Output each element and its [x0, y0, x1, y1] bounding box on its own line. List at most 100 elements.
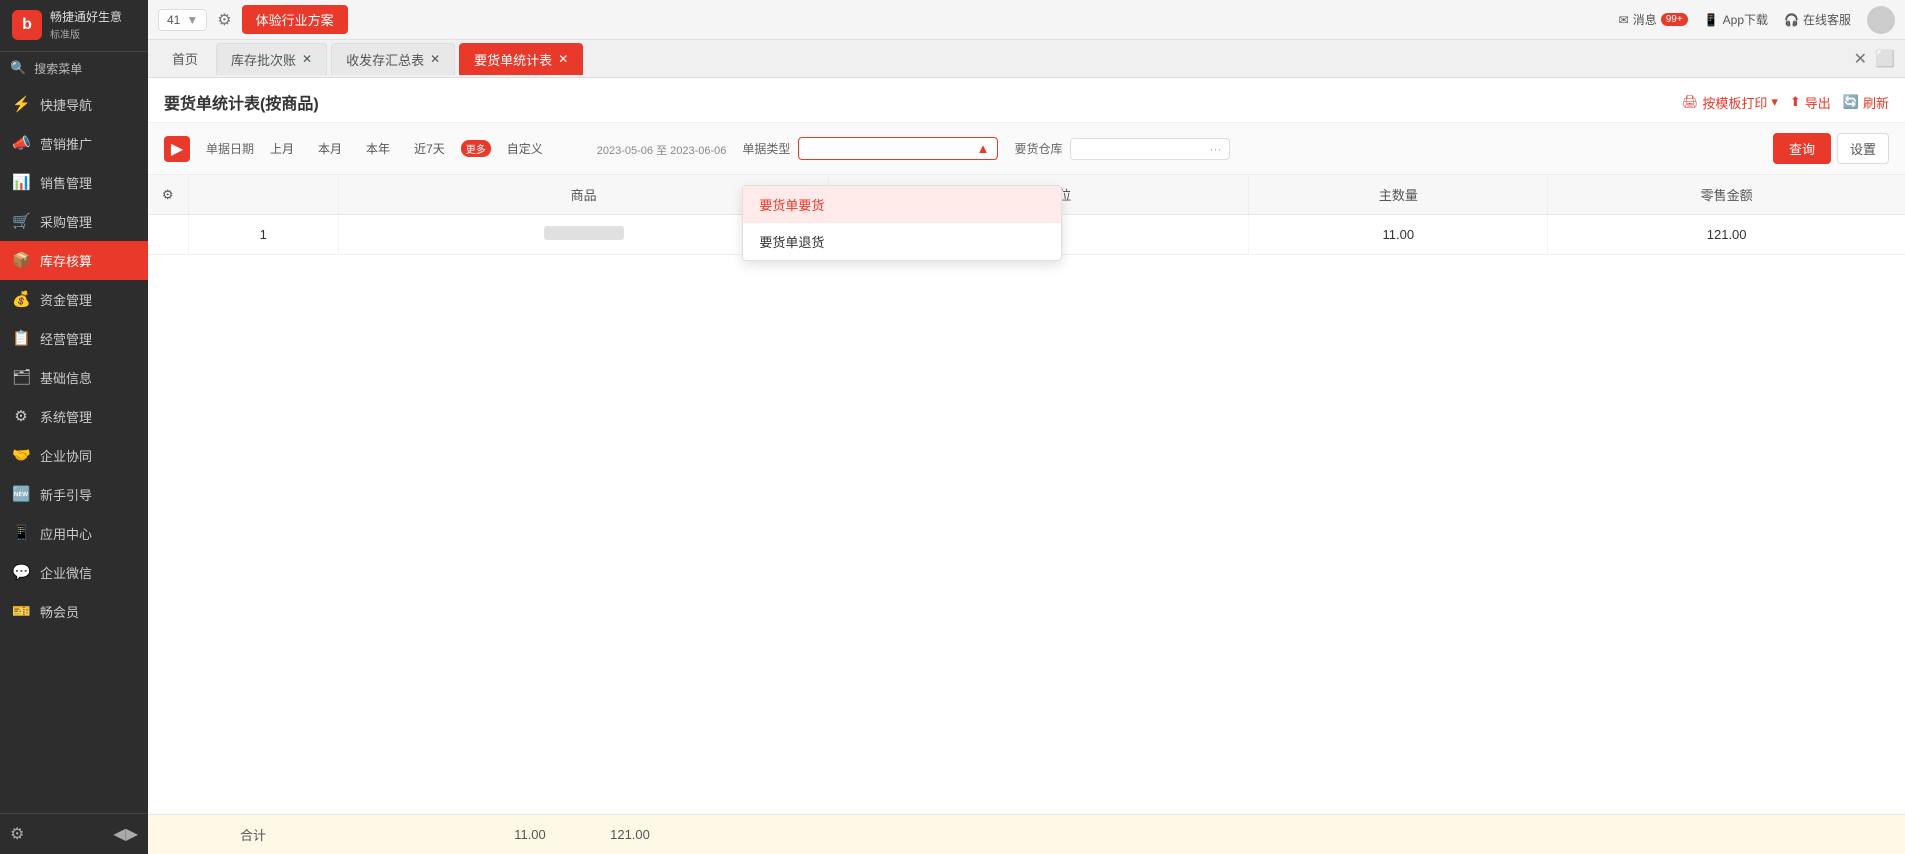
tab-order-stats[interactable]: 要货单统计表 ✕	[459, 43, 583, 75]
col-header-settings[interactable]: ⚙	[148, 175, 188, 215]
settings-button[interactable]: 设置	[1837, 133, 1889, 164]
sidebar-item-label: 畅会员	[40, 602, 79, 621]
sidebar-item-sales[interactable]: 📊 销售管理	[0, 163, 148, 202]
type-dropdown: 要货单要货 要货单退货	[742, 185, 1062, 261]
search-menu[interactable]: 🔍 搜索菜单	[0, 52, 148, 85]
tab-batch-account[interactable]: 库存批次账 ✕	[216, 43, 327, 75]
headset-icon: 🎧	[1784, 13, 1799, 27]
filter-actions: 查询 设置	[1773, 133, 1889, 164]
export-label: 导出	[1805, 93, 1831, 112]
top-header-left: 41 ▼ ⚙ 体验行业方案	[158, 5, 348, 34]
date-btn-custom[interactable]: 自定义	[499, 138, 551, 159]
type-select-box[interactable]: ▲	[798, 137, 998, 160]
print-action[interactable]: 🖨 按模板打印 ▾	[1682, 93, 1778, 112]
query-button[interactable]: 查询	[1773, 133, 1831, 164]
settings-bottom-icon[interactable]: ⚙	[10, 824, 24, 844]
purchase-icon: 🛒	[12, 212, 30, 230]
sidebar-item-label: 采购管理	[40, 212, 92, 231]
app-center-icon: 📱	[12, 524, 30, 542]
search-icon: 🔍	[10, 60, 26, 76]
operations-icon: 📋	[12, 329, 30, 347]
finance-icon: 💰	[12, 290, 30, 308]
warehouse-filter-group: 要货仓库 ···	[1014, 138, 1230, 160]
col-header-quantity: 主数量	[1249, 175, 1548, 215]
print-label: 按模板打印	[1702, 93, 1767, 112]
sidebar-item-app-center[interactable]: 📱 应用中心	[0, 514, 148, 553]
online-service-item[interactable]: 🎧 在线客服	[1784, 11, 1851, 28]
tab-close-icon[interactable]: ✕	[430, 52, 440, 66]
type-filter-label: 单据类型	[742, 140, 790, 157]
sidebar-item-finance[interactable]: 💰 资金管理	[0, 280, 148, 319]
date-btn-this-month[interactable]: 本月	[310, 138, 350, 159]
sales-icon: 📊	[12, 173, 30, 191]
sidebar-item-member[interactable]: 🎫 畅会员	[0, 592, 148, 631]
date-btn-this-year[interactable]: 本年	[358, 138, 398, 159]
message-icon: ✉	[1619, 13, 1629, 27]
dropdown-item-order-in[interactable]: 要货单要货	[743, 186, 1061, 223]
sidebar-item-enterprise[interactable]: 🤝 企业协同	[0, 436, 148, 475]
tab-close-icon[interactable]: ✕	[302, 52, 312, 66]
filter-bar: ▶ 单据日期 上月 本月 本年 近7天 更多 自定义 2023-05-06 至 …	[148, 123, 1905, 175]
sidebar-item-basic-info[interactable]: 🗂 基础信息	[0, 358, 148, 397]
close-window-icon[interactable]: ✕	[1854, 49, 1867, 69]
system-icon: ⚙	[12, 407, 30, 425]
data-table-wrapper: ⚙ 商品 主计量单位 主数量 零售金额 1	[148, 175, 1905, 814]
footer-total-quantity: 11.00	[480, 827, 580, 842]
date-btn-7days[interactable]: 近7天	[406, 138, 453, 159]
footer-total-label: 合计	[240, 825, 360, 844]
sidebar-item-label: 销售管理	[40, 173, 92, 192]
date-more-badge[interactable]: 更多	[461, 140, 491, 157]
expand-window-icon[interactable]: ⬜	[1875, 49, 1895, 69]
sidebar-item-label: 企业协同	[40, 446, 92, 465]
export-action[interactable]: ⬆ 导出	[1790, 93, 1831, 112]
page-title-bar: 要货单统计表(按商品) 🖨 按模板打印 ▾ ⬆ 导出 🔄 刷新	[148, 78, 1905, 123]
top-header-right: ✉ 消息 99+ 📱 App下载 🎧 在线客服	[1619, 6, 1895, 34]
type-select-value	[807, 141, 811, 156]
member-icon: 🎫	[12, 602, 30, 620]
warehouse-more-icon: ···	[1209, 142, 1221, 156]
sidebar-item-system[interactable]: ⚙ 系统管理	[0, 397, 148, 436]
store-name: 41	[167, 13, 180, 27]
col-header-amount: 零售金额	[1548, 175, 1905, 215]
sidebar-item-operations[interactable]: 📋 经营管理	[0, 319, 148, 358]
sidebar-item-label: 库存核算	[40, 251, 92, 270]
sidebar-item-guide[interactable]: 🆕 新手引导	[0, 475, 148, 514]
sidebar-item-marketing[interactable]: 📣 营销推广	[0, 124, 148, 163]
print-icon: 🖨	[1682, 94, 1699, 110]
sidebar-item-label: 经营管理	[40, 329, 92, 348]
row-quantity: 11.00	[1249, 215, 1548, 255]
quick-nav-icon: ⚡	[12, 95, 30, 113]
main-content: 要货单统计表(按商品) 🖨 按模板打印 ▾ ⬆ 导出 🔄 刷新 ▶	[148, 78, 1905, 854]
sidebar-item-purchase[interactable]: 🛒 采购管理	[0, 202, 148, 241]
tab-close-icon[interactable]: ✕	[558, 52, 568, 66]
user-avatar[interactable]	[1867, 6, 1895, 34]
sidebar: b 畅捷通好生意 标准版 🔍 搜索菜单 ⚡ 快捷导航 📣 营销推广 📊 销售管理…	[0, 0, 148, 854]
logo-area: b 畅捷通好生意 标准版	[0, 0, 148, 52]
refresh-icon: 🔄	[1843, 94, 1859, 110]
date-filter-group: 单据日期 上月 本月 本年 近7天 更多 自定义 2023-05-06 至 20…	[206, 138, 726, 159]
refresh-action[interactable]: 🔄 刷新	[1843, 93, 1889, 112]
trial-button[interactable]: 体验行业方案	[242, 5, 348, 34]
date-filter-label: 单据日期	[206, 140, 254, 157]
type-filter-group: 单据类型 ▲ 要货单要货 要货单退货	[742, 137, 998, 160]
sidebar-item-quick-nav[interactable]: ⚡ 快捷导航	[0, 85, 148, 124]
store-selector[interactable]: 41 ▼	[158, 9, 207, 31]
sidebar-item-label: 快捷导航	[40, 95, 92, 114]
warehouse-select-box[interactable]: ···	[1070, 138, 1230, 160]
guide-icon: 🆕	[12, 485, 30, 503]
message-item[interactable]: ✉ 消息 99+	[1619, 11, 1688, 28]
date-btn-last-month[interactable]: 上月	[262, 138, 302, 159]
tab-receive-summary[interactable]: 收发存汇总表 ✕	[331, 43, 455, 75]
date-range-display: 2023-05-06 至 2023-06-06	[597, 142, 727, 158]
collapse-icon[interactable]: ◀▶	[113, 824, 138, 844]
topbar-settings-icon[interactable]: ⚙	[217, 10, 231, 30]
filter-expand-button[interactable]: ▶	[164, 136, 190, 162]
tab-home[interactable]: 首页	[158, 43, 212, 74]
refresh-label: 刷新	[1863, 93, 1889, 112]
sidebar-item-wechat[interactable]: 💬 企业微信	[0, 553, 148, 592]
app-download-item[interactable]: 📱 App下载	[1704, 11, 1768, 28]
inventory-icon: 📦	[12, 251, 30, 269]
sidebar-item-inventory[interactable]: 📦 库存核算	[0, 241, 148, 280]
dropdown-item-order-out[interactable]: 要货单退货	[743, 223, 1061, 260]
sidebar-item-label: 基础信息	[40, 368, 92, 387]
